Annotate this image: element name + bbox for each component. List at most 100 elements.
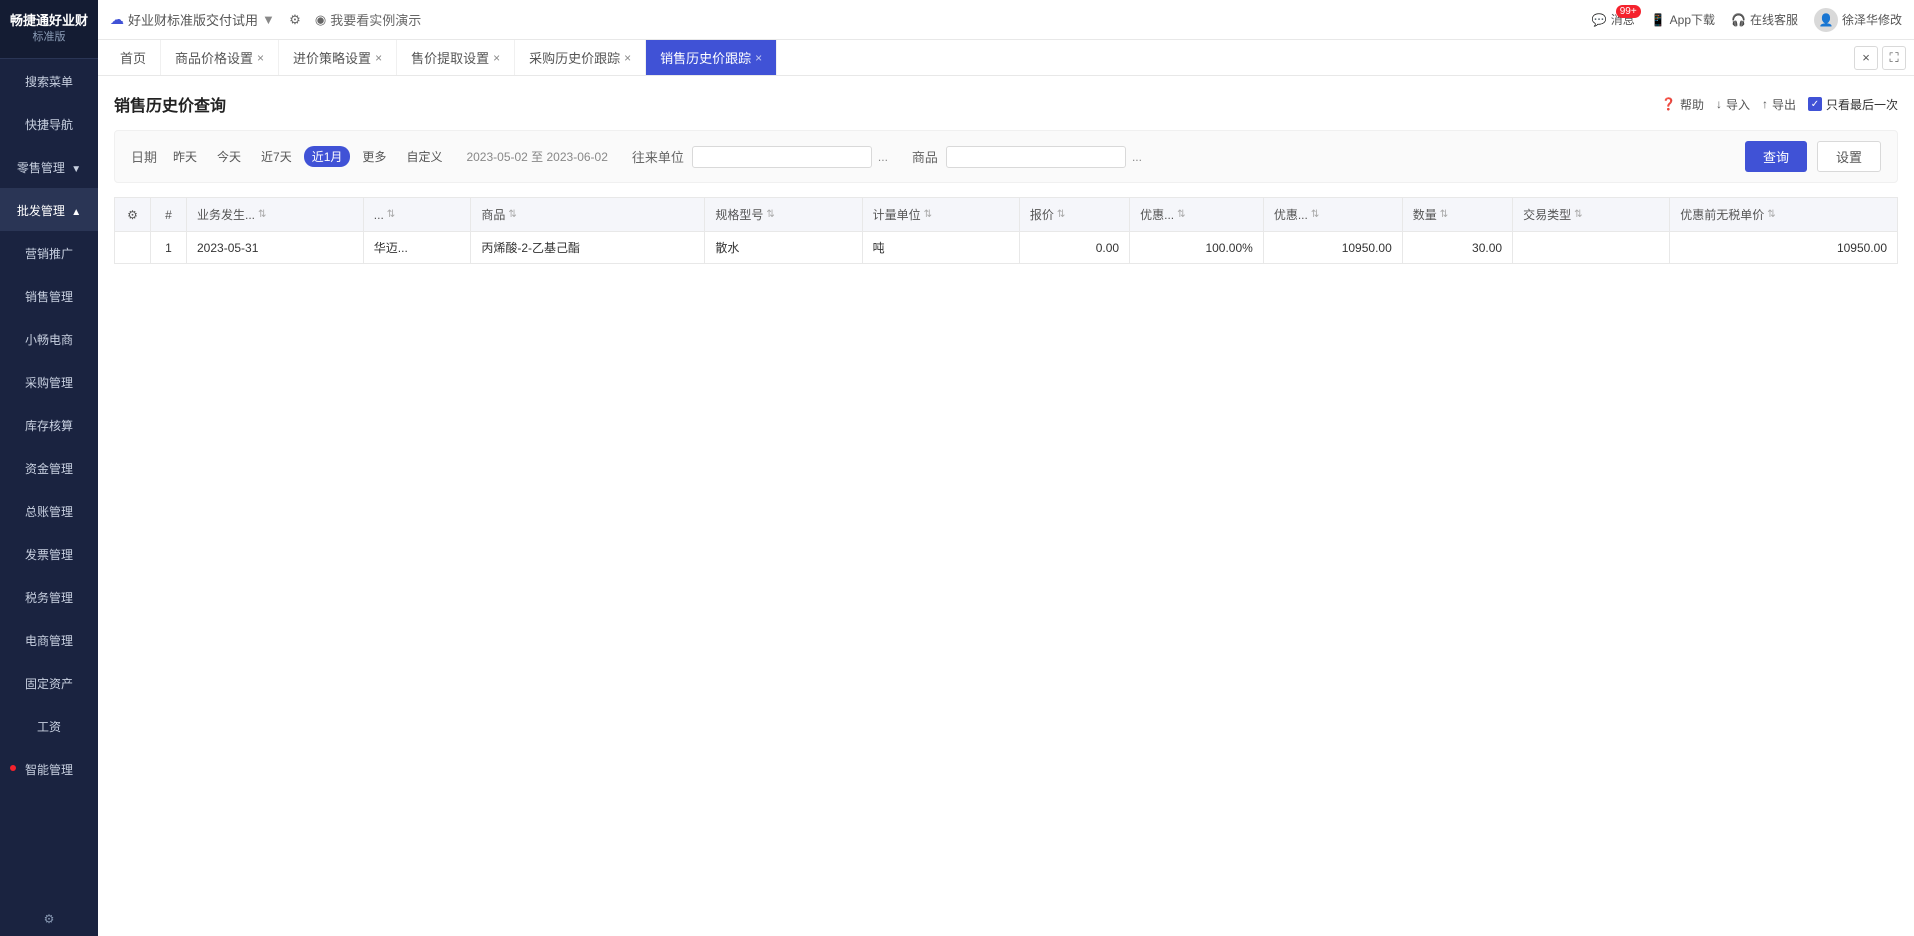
product-more-button[interactable]: ... — [1132, 150, 1142, 164]
sort-icon: ⇅ — [1574, 209, 1582, 220]
row-date: 2023-05-31 — [187, 232, 364, 264]
customer-more-button[interactable]: ... — [878, 150, 888, 164]
th-more1[interactable]: ...⇅ — [363, 198, 471, 232]
message-icon: 💬 — [1592, 13, 1607, 27]
topbar-left: ☁ 好业财标准版交付试用 ▼ ⚙ ◉ 我要看实例演示 — [110, 8, 421, 32]
close-icon[interactable]: × — [624, 51, 631, 65]
demo-icon: ◉ — [315, 12, 326, 28]
date-btn-more[interactable]: 更多 — [354, 146, 394, 167]
sidebar-item-ledger[interactable]: 总账管理 — [0, 489, 98, 532]
product-input[interactable] — [946, 146, 1126, 168]
export-icon: ↑ — [1762, 97, 1768, 111]
tab-price-setting[interactable]: 商品价格设置 × — [161, 40, 279, 76]
checkbox-icon: ✓ — [1808, 97, 1822, 111]
smart-dot — [10, 765, 16, 771]
sidebar-item-finance[interactable]: 资金管理 — [0, 446, 98, 489]
row-unit: 吨 — [862, 232, 1019, 264]
sidebar-item-smart[interactable]: 智能管理 — [0, 747, 98, 790]
sidebar-item-inventory[interactable]: 库存核算 — [0, 403, 98, 446]
row-gear — [115, 232, 151, 264]
sidebar-item-retail[interactable]: 零售管理 ▼ — [0, 145, 98, 188]
version-selector[interactable]: ☁ 好业财标准版交付试用 ▼ — [110, 10, 275, 29]
sidebar-item-tax[interactable]: 税务管理 — [0, 575, 98, 618]
table-container: ⚙ # 业务发生...⇅ ...⇅ 商品⇅ 规格型号⇅ — [114, 197, 1898, 264]
demo-button[interactable]: ◉ 我要看实例演示 — [315, 10, 421, 29]
close-icon[interactable]: × — [755, 51, 762, 65]
user-menu-button[interactable]: 👤 徐泽华修改 — [1814, 8, 1902, 32]
tab-sale-history[interactable]: 销售历史价跟踪 × — [646, 40, 777, 76]
help-icon: ❓ — [1661, 97, 1676, 111]
filter-buttons: 查询 设置 — [1745, 141, 1881, 172]
sidebar-item-search[interactable]: 搜索菜单 — [0, 59, 98, 102]
row-spec: 散水 — [705, 232, 862, 264]
export-button[interactable]: ↑ 导出 — [1762, 96, 1796, 113]
sidebar-item-purchase[interactable]: 采购管理 — [0, 360, 98, 403]
th-qty[interactable]: 数量⇅ — [1402, 198, 1512, 232]
sidebar-item-sales[interactable]: 销售管理 — [0, 274, 98, 317]
page-header: 销售历史价查询 ❓ 帮助 ↓ 导入 ↑ 导出 ✓ 只看最后一次 — [114, 92, 1898, 116]
sort-icon: ⇅ — [766, 209, 774, 220]
tab-label: 销售历史价跟踪 — [660, 48, 751, 67]
page-actions: ❓ 帮助 ↓ 导入 ↑ 导出 ✓ 只看最后一次 — [1661, 96, 1898, 113]
customer-input-group: ... — [692, 146, 888, 168]
message-button[interactable]: 💬 消息 99+ — [1592, 11, 1635, 28]
tab-close-button[interactable]: × — [1854, 46, 1878, 70]
sidebar-item-assets[interactable]: 固定资产 — [0, 661, 98, 704]
topbar-settings-button[interactable]: ⚙ — [283, 8, 307, 32]
main-area: ☁ 好业财标准版交付试用 ▼ ⚙ ◉ 我要看实例演示 💬 消息 99+ 📱 Ap… — [98, 0, 1914, 936]
sidebar-item-invoice[interactable]: 发票管理 — [0, 532, 98, 575]
avatar: 👤 — [1814, 8, 1838, 32]
sidebar-item-salary[interactable]: 工资 — [0, 704, 98, 747]
chevron-down-icon: ▼ — [262, 12, 275, 27]
date-btn-last7[interactable]: 近7天 — [253, 146, 300, 167]
th-discount-price[interactable]: 优惠...⇅ — [1263, 198, 1402, 232]
th-date[interactable]: 业务发生...⇅ — [187, 198, 364, 232]
th-price[interactable]: 报价⇅ — [1019, 198, 1129, 232]
th-trade-type[interactable]: 交易类型⇅ — [1513, 198, 1670, 232]
import-button[interactable]: ↓ 导入 — [1716, 96, 1750, 113]
sort-icon: ⇅ — [924, 209, 932, 220]
close-icon[interactable]: × — [375, 51, 382, 65]
tab-home[interactable]: 首页 — [106, 40, 161, 76]
chevron-down-icon: ▼ — [71, 164, 81, 175]
gear-icon: ⚙ — [289, 12, 301, 28]
sidebar-settings-button[interactable]: ⚙ — [0, 902, 98, 936]
import-icon: ↓ — [1716, 97, 1722, 111]
date-btn-custom[interactable]: 自定义 — [398, 146, 450, 167]
app-download-button[interactable]: 📱 App下载 — [1651, 11, 1715, 28]
date-btn-last1m[interactable]: 近1月 — [304, 146, 351, 167]
tabbar-controls: × ⛶ — [1854, 46, 1906, 70]
cloud-icon: ☁ — [110, 11, 124, 28]
query-button[interactable]: 查询 — [1745, 141, 1807, 172]
th-discount-rate[interactable]: 优惠...⇅ — [1130, 198, 1264, 232]
date-btn-yesterday[interactable]: 昨天 — [165, 146, 205, 167]
th-product[interactable]: 商品⇅ — [471, 198, 705, 232]
sidebar-item-ecom2[interactable]: 电商管理 — [0, 618, 98, 661]
sidebar-item-marketing[interactable]: 营销推广 — [0, 231, 98, 274]
last-only-checkbox[interactable]: ✓ 只看最后一次 — [1808, 96, 1898, 113]
tab-purchase-strategy[interactable]: 进价策略设置 × — [279, 40, 397, 76]
tab-sale-price[interactable]: 售价提取设置 × — [397, 40, 515, 76]
th-pretax-price[interactable]: 优惠前无税单价⇅ — [1670, 198, 1898, 232]
date-btn-today[interactable]: 今天 — [209, 146, 249, 167]
sidebar-item-ecom[interactable]: 小畅电商 — [0, 317, 98, 360]
sort-icon: ⇅ — [258, 209, 266, 220]
th-gear[interactable]: ⚙ — [115, 198, 151, 232]
close-icon[interactable]: × — [257, 51, 264, 65]
customer-filter-label: 往来单位 — [632, 147, 684, 166]
tab-purchase-history[interactable]: 采购历史价跟踪 × — [515, 40, 646, 76]
close-icon[interactable]: × — [493, 51, 500, 65]
th-unit[interactable]: 计量单位⇅ — [862, 198, 1019, 232]
sidebar: 畅捷通好业财 标准版 搜索菜单 快捷导航 零售管理 ▼ 批发管理 ▲ 营销推广 … — [0, 0, 98, 936]
sidebar-item-quicknav[interactable]: 快捷导航 — [0, 102, 98, 145]
settings-button[interactable]: 设置 — [1817, 141, 1881, 172]
sidebar-item-wholesale[interactable]: 批发管理 ▲ — [0, 188, 98, 231]
table-header-row: ⚙ # 业务发生...⇅ ...⇅ 商品⇅ 规格型号⇅ — [115, 198, 1898, 232]
th-spec[interactable]: 规格型号⇅ — [705, 198, 862, 232]
help-button[interactable]: ❓ 帮助 — [1661, 96, 1704, 113]
tab-expand-button[interactable]: ⛶ — [1882, 46, 1906, 70]
sort-icon: ⇅ — [1057, 209, 1065, 220]
customer-input[interactable] — [692, 146, 872, 168]
online-service-button[interactable]: 🎧 在线客服 — [1731, 11, 1798, 28]
row-discount-price: 10950.00 — [1263, 232, 1402, 264]
